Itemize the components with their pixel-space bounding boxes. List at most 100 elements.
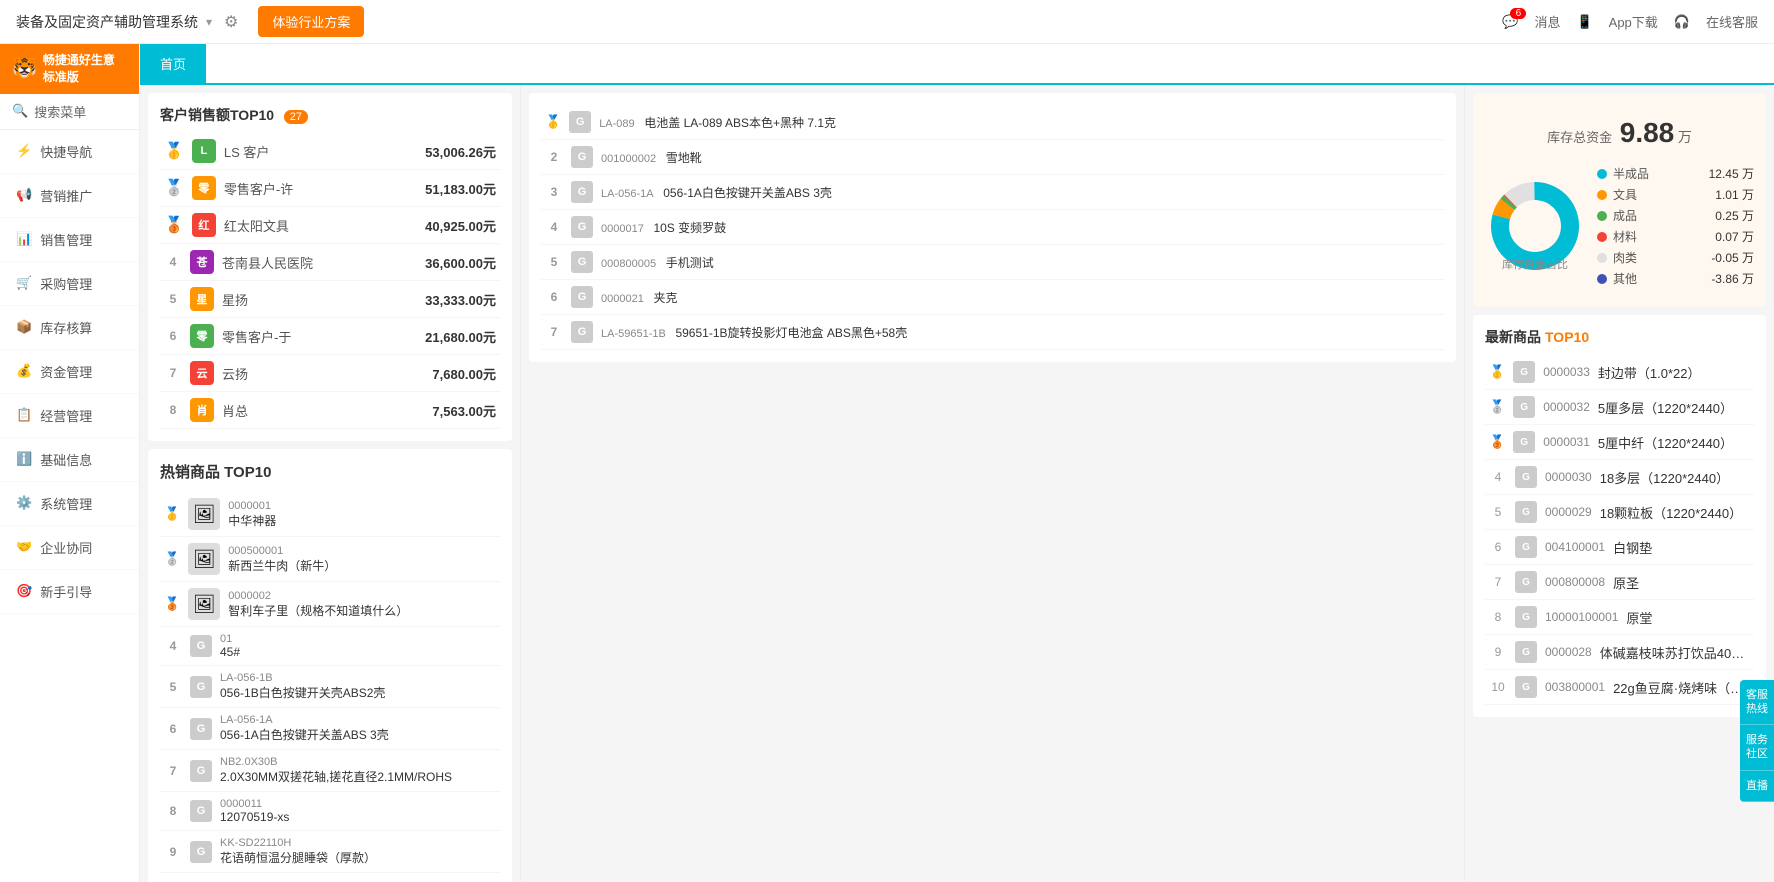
hot-products-title: 热销商品 TOP10	[160, 461, 500, 482]
sidebar-item-basic-info[interactable]: ℹ️ 基础信息	[0, 438, 139, 482]
sidebar-item-enterprise[interactable]: 🤝 企业协同	[0, 526, 139, 570]
hot-sale-row[interactable]: 4 G 0000017 10S 变频罗鼓	[541, 210, 1444, 245]
rank-name: 零售客户-于	[222, 327, 417, 346]
hot-product-row[interactable]: 7 G NB2.0X30B 2.0X30MM双搓花轴,搓花直径2.1MM/ROH…	[160, 750, 500, 792]
customer-rank-row[interactable]: 7 云 云扬 7,680.00元	[160, 355, 500, 392]
legend-value: -0.05 万	[1711, 249, 1754, 266]
newest-product-row[interactable]: 9 G 0000028 体碱嘉枝味苏打饮品400毫升（1*15）	[1485, 635, 1754, 670]
purchase-icon: 🛒	[16, 275, 32, 291]
sidebar-item-purchase[interactable]: 🛒 采购管理	[0, 262, 139, 306]
customer-rank-row[interactable]: 🥈 零 零售客户-许 51,183.00元	[160, 170, 500, 207]
notification-icon[interactable]: 💬 6	[1502, 14, 1518, 30]
product-info: 01 45#	[220, 633, 496, 659]
service-live-btn[interactable]: 直播	[1740, 771, 1774, 802]
rank-name: 肖总	[222, 401, 424, 420]
hot-product-row[interactable]: 4 G 01 45#	[160, 627, 500, 666]
customer-ranking-badge: 27	[284, 110, 308, 124]
newest-product-row[interactable]: 5 G 0000029 18颗粒板（1220*2440）	[1485, 495, 1754, 530]
notification-label[interactable]: 消息	[1534, 12, 1560, 31]
hot-product-row[interactable]: 8 G 0000011 12070519-xs	[160, 792, 500, 831]
app-download-icon[interactable]: 📱	[1576, 14, 1592, 30]
product-info: 0000001 中华神器	[228, 500, 496, 529]
hot-product-row[interactable]: 🥈 🖼 000500001 新西兰牛肉（新牛）	[160, 537, 500, 582]
sidebar-item-sales[interactable]: 📊 销售管理	[0, 218, 139, 262]
hot-product-row[interactable]: 🥉 🖼 0000002 智利车子里（规格不知道填什么）	[160, 582, 500, 627]
rank-name: LS 客户	[224, 142, 417, 161]
newest-name: 体碱嘉枝味苏打饮品400毫升（1*15）	[1600, 643, 1750, 662]
product-name: 智利车子里（规格不知道填什么）	[228, 602, 496, 619]
product-img-placeholder: G	[190, 676, 212, 698]
product-info: LA-59651-1B 59651-1B旋转投影灯电池盒 ABS黑色+58壳	[601, 324, 1440, 341]
newest-img-placeholder: G	[1515, 606, 1537, 628]
finance-icon: 💰	[16, 363, 32, 379]
settings-icon[interactable]: ⚙	[224, 12, 238, 32]
customer-rank-row[interactable]: 5 星 星扬 33,333.00元	[160, 281, 500, 318]
hot-product-row[interactable]: 6 G LA-056-1A 056-1A白色按键开关盖ABS 3壳	[160, 708, 500, 750]
newest-product-row[interactable]: 7 G 000800008 原圣	[1485, 565, 1754, 600]
inventory-legend: 半成品 12.45 万 文具 1.01 万 成品 0.25 万 材料 0.07 …	[1597, 165, 1754, 287]
operation-label: 经营管理	[40, 406, 92, 425]
rank-num: 5	[545, 255, 563, 269]
sidebar-item-quick-nav[interactable]: ⚡ 快捷导航	[0, 130, 139, 174]
customer-rank-row[interactable]: 4 苍 苍南县人民医院 36,600.00元	[160, 244, 500, 281]
sidebar-item-marketing[interactable]: 📢 营销推广	[0, 174, 139, 218]
rank-name: 云扬	[222, 364, 424, 383]
customer-rank-row[interactable]: 🥉 红 红太阳文具 40,925.00元	[160, 207, 500, 244]
sidebar-item-operation[interactable]: 📋 经营管理	[0, 394, 139, 438]
rank-medal: 🥇	[164, 141, 184, 161]
rank-num: 4	[545, 220, 563, 234]
enterprise-icon: 🤝	[16, 539, 32, 555]
newest-product-row[interactable]: 🥈 G 0000032 5厘多层（1220*2440）	[1485, 390, 1754, 425]
hot-sale-row[interactable]: 7 G LA-59651-1B 59651-1B旋转投影灯电池盒 ABS黑色+5…	[541, 315, 1444, 350]
sidebar-item-inventory[interactable]: 📦 库存核算	[0, 306, 139, 350]
newest-product-row[interactable]: 🥉 G 0000031 5厘中纤（1220*2440）	[1485, 425, 1754, 460]
service-hotline-btn[interactable]: 客服热线	[1740, 680, 1774, 726]
product-name: 10S 变频罗鼓	[653, 221, 726, 235]
sidebar-item-system[interactable]: ⚙️ 系统管理	[0, 482, 139, 526]
sidebar-search[interactable]: 🔍 搜索菜单	[0, 94, 139, 130]
product-name: 056-1A白色按键开关盖ABS 3壳	[663, 186, 832, 200]
hot-product-row[interactable]: 5 G LA-056-1B 056-1B白色按键开关壳ABS2壳	[160, 666, 500, 708]
hot-sale-row[interactable]: 6 G 0000021 夹克	[541, 280, 1444, 315]
customer-ranking-panel: 客户销售额TOP10 27 🥇 L LS 客户 53,006.26元 🥈 零 零…	[148, 93, 512, 441]
customer-rank-row[interactable]: 🥇 L LS 客户 53,006.26元	[160, 133, 500, 170]
newest-img-placeholder: G	[1513, 396, 1535, 418]
hot-products-list: 🥇 🖼 0000001 中华神器 🥈 🖼 000500001 新西兰牛肉（新牛）…	[160, 492, 500, 873]
customer-rank-row[interactable]: 6 零 零售客户-于 21,680.00元	[160, 318, 500, 355]
nav-tabs: 首页	[140, 44, 1774, 85]
hot-sale-row[interactable]: 2 G 001000002 雪地靴	[541, 140, 1444, 175]
hot-sale-row[interactable]: 🥇 G LA-089 电池盖 LA-089 ABS本色+黑种 7.1克	[541, 105, 1444, 140]
rank-value: 33,333.00元	[425, 290, 496, 309]
rank-num: 5	[164, 680, 182, 694]
app-download-label[interactable]: App下载	[1609, 12, 1658, 31]
online-service-label[interactable]: 在线客服	[1706, 12, 1758, 31]
newest-product-row[interactable]: 🥇 G 0000033 封边带（1.0*22）	[1485, 355, 1754, 390]
customer-rank-row[interactable]: 8 肖 肖总 7,563.00元	[160, 392, 500, 429]
product-name: 45#	[220, 645, 496, 659]
search-icon: 🔍	[12, 103, 28, 119]
hot-sale-row[interactable]: 5 G 000800005 手机测试	[541, 245, 1444, 280]
hot-product-row[interactable]: 9 G KK-SD22110H 花语萌恒温分腿睡袋（厚款）	[160, 831, 500, 873]
hot-sale-row[interactable]: 3 G LA-056-1A 056-1A白色按键开关盖ABS 3壳	[541, 175, 1444, 210]
product-info: 0000021 夹克	[601, 289, 1440, 306]
trial-button[interactable]: 体验行业方案	[258, 6, 364, 37]
newest-img-placeholder: G	[1515, 466, 1537, 488]
donut-label: 库存资金占比	[1502, 256, 1568, 272]
dropdown-arrow-icon[interactable]: ▾	[206, 15, 212, 29]
hot-product-row[interactable]: 🥇 🖼 0000001 中华神器	[160, 492, 500, 537]
rank-medal: 🥇	[1489, 364, 1505, 380]
newest-product-row[interactable]: 4 G 0000030 18多层（1220*2440）	[1485, 460, 1754, 495]
rank-avatar: 零	[190, 324, 214, 348]
newest-product-row[interactable]: 8 G 10000100001 原堂	[1485, 600, 1754, 635]
newest-product-row[interactable]: 10 G 003800001 22g鱼豆腐·烧烤味（1*12*20）	[1485, 670, 1754, 705]
service-community-btn[interactable]: 服务社区	[1740, 725, 1774, 771]
sidebar-item-finance[interactable]: 💰 资金管理	[0, 350, 139, 394]
rank-medal: 🥉	[1489, 434, 1505, 450]
newest-product-row[interactable]: 6 G 004100001 白钢垫	[1485, 530, 1754, 565]
product-img-placeholder: G	[569, 111, 591, 133]
online-service-icon[interactable]: 🎧	[1674, 14, 1690, 30]
basic-info-label: 基础信息	[40, 450, 92, 469]
sidebar-item-guide[interactable]: 🎯 新手引导	[0, 570, 139, 614]
tab-home[interactable]: 首页	[140, 44, 206, 85]
right-col: 库存总资金 9.88 万	[1464, 85, 1774, 882]
